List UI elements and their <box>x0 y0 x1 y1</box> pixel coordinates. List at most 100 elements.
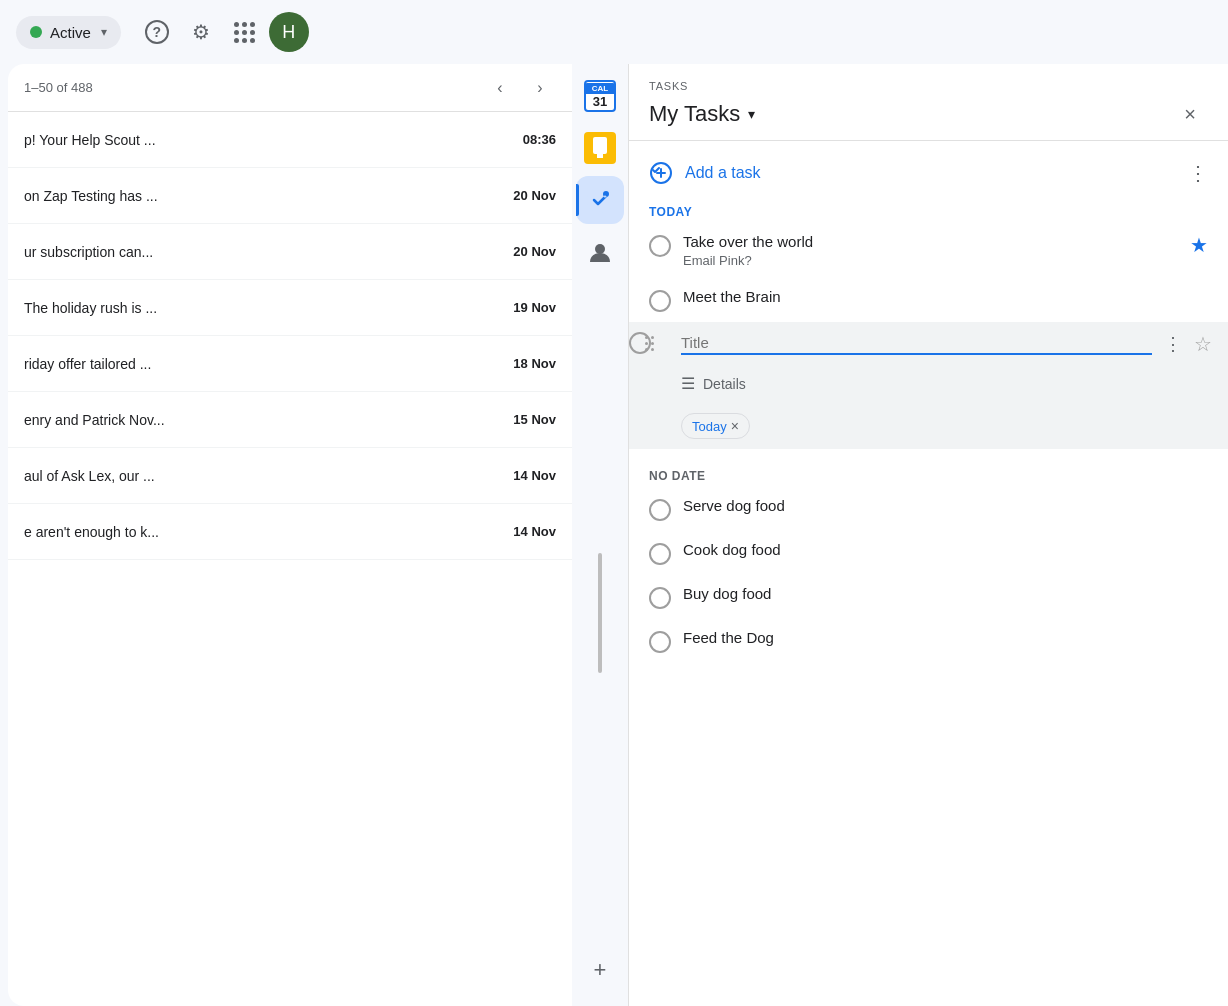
task-content-nd4: Feed the Dog <box>683 629 1208 647</box>
task-content-nd1: Serve dog food <box>683 497 1208 515</box>
task-checkbox-2[interactable] <box>649 290 671 312</box>
next-page-button[interactable]: › <box>524 72 556 104</box>
keep-icon <box>584 132 616 164</box>
active-status-pill[interactable]: Active ▾ <box>16 16 121 49</box>
active-status-dot <box>30 26 42 38</box>
task-content-nd3: Buy dog food <box>683 585 1208 603</box>
email-panel: 1–50 of 488 ‹ › p! Your Help Scout ... 0… <box>8 64 572 1006</box>
close-tasks-button[interactable]: × <box>1172 96 1208 132</box>
list-item[interactable]: on Zap Testing has ... 20 Nov <box>8 168 572 224</box>
tasks-app-button[interactable]: + <box>576 176 624 224</box>
calendar-icon: CAL 31 <box>584 80 616 112</box>
task-item-serve-dog: Serve dog food <box>629 487 1228 531</box>
task-checkbox-nd4[interactable] <box>649 631 671 653</box>
help-icon: ? <box>145 20 169 44</box>
task-date-chip[interactable]: Today × <box>681 413 750 439</box>
remove-date-button[interactable]: × <box>731 418 739 434</box>
task-checkbox-nd1[interactable] <box>649 499 671 521</box>
list-item[interactable]: p! Your Help Scout ... 08:36 <box>8 112 572 168</box>
email-list: p! Your Help Scout ... 08:36 on Zap Test… <box>8 112 572 1006</box>
user-avatar[interactable]: H <box>269 12 309 52</box>
main-area: 1–50 of 488 ‹ › p! Your Help Scout ... 0… <box>0 64 1228 1006</box>
grid-icon <box>234 22 255 43</box>
tasks-panel-label: TASKS <box>649 80 1208 92</box>
task-item-take-over: Take over the world Email Pink? ★ <box>629 223 1228 278</box>
task-title-2: Meet the Brain <box>683 288 781 305</box>
list-item[interactable]: ur subscription can... 20 Nov <box>8 224 572 280</box>
task-item-meet-brain: Meet the Brain <box>629 278 1228 322</box>
help-button[interactable]: ? <box>137 12 177 52</box>
active-bar <box>576 184 579 216</box>
add-task-icon <box>649 161 673 185</box>
svg-point-5 <box>595 244 605 254</box>
close-icon: × <box>1184 103 1196 126</box>
task-checkbox-1[interactable] <box>649 235 671 257</box>
email-toolbar: 1–50 of 488 ‹ › <box>8 64 572 112</box>
top-bar-icons: ? ⚙ H <box>137 12 309 52</box>
list-item[interactable]: enry and Patrick Nov... 15 Nov <box>8 392 572 448</box>
svg-text:+: + <box>603 193 607 199</box>
list-item[interactable]: e aren't enough to k... 14 Nov <box>8 504 572 560</box>
active-chevron-icon: ▾ <box>101 25 107 39</box>
pagination-label: 1–50 of 488 <box>24 80 93 95</box>
tasks-header: TASKS My Tasks ▾ × <box>629 64 1228 141</box>
details-lines-icon: ☰ <box>681 374 695 393</box>
keep-icon-svg <box>591 137 609 159</box>
task-title-input[interactable] <box>681 334 1152 355</box>
list-item[interactable]: riday offer tailored ... 18 Nov <box>8 336 572 392</box>
plus-icon: + <box>594 957 607 983</box>
task-item-cook-dog: Cook dog food <box>629 531 1228 575</box>
gear-icon: ⚙ <box>192 20 210 44</box>
task-subtitle-1: Email Pink? <box>683 253 1178 268</box>
task-title-nd3: Buy dog food <box>683 585 771 602</box>
svg-rect-0 <box>593 137 607 154</box>
prev-page-button[interactable]: ‹ <box>484 72 516 104</box>
side-icons-bar: CAL 31 + <box>572 64 628 1006</box>
my-tasks-dropdown[interactable]: My Tasks ▾ <box>649 101 755 127</box>
star-button-1[interactable]: ★ <box>1190 233 1208 257</box>
add-task-more-button[interactable]: ⋮ <box>1188 161 1208 185</box>
task-item-buy-dog: Buy dog food <box>629 575 1228 619</box>
today-section-label: TODAY <box>629 197 1228 223</box>
tasks-title-row: My Tasks ▾ × <box>649 96 1208 132</box>
settings-button[interactable]: ⚙ <box>181 12 221 52</box>
add-task-row[interactable]: Add a task ⋮ <box>629 149 1228 197</box>
list-item[interactable]: aul of Ask Lex, our ... 14 Nov <box>8 448 572 504</box>
nodate-section-label: NO DATE <box>629 461 1228 487</box>
add-task-label: Add a task <box>685 164 761 182</box>
star-button-3[interactable]: ☆ <box>1194 332 1212 356</box>
task-content-nd2: Cook dog food <box>683 541 1208 559</box>
details-label: Details <box>703 376 746 392</box>
scrollbar-indicator <box>598 553 602 673</box>
task-checkbox-nd2[interactable] <box>649 543 671 565</box>
svg-point-2 <box>587 187 613 213</box>
keep-app-button[interactable] <box>576 124 624 172</box>
task-checkbox-3[interactable] <box>629 332 651 354</box>
contacts-app-button[interactable] <box>576 228 624 276</box>
task-item-feed-dog: Feed the Dog <box>629 619 1228 663</box>
task-title-1: Take over the world <box>683 233 813 250</box>
add-app-button[interactable]: + <box>580 950 620 990</box>
my-tasks-label: My Tasks <box>649 101 740 127</box>
scrollbar-area <box>598 280 602 946</box>
tasks-panel: TASKS My Tasks ▾ × <box>628 64 1228 1006</box>
tasks-icon: + <box>586 186 614 214</box>
top-bar: Active ▾ ? ⚙ H <box>0 0 1228 64</box>
tasks-chevron-icon: ▾ <box>748 106 755 122</box>
date-chip-label: Today <box>692 419 727 434</box>
tasks-body: Add a task ⋮ TODAY Take over the world E… <box>629 141 1228 1006</box>
task-title-nd2: Cook dog food <box>683 541 781 558</box>
list-item[interactable]: The holiday rush is ... 19 Nov <box>8 280 572 336</box>
task-checkbox-nd3[interactable] <box>649 587 671 609</box>
task-content-2: Meet the Brain <box>683 288 1208 306</box>
active-label: Active <box>50 24 91 41</box>
svg-rect-1 <box>597 154 603 158</box>
contacts-icon <box>586 238 614 266</box>
task-more-button[interactable]: ⋮ <box>1164 333 1182 355</box>
active-task-row: ⋮ ☆ <box>681 332 1212 356</box>
apps-button[interactable] <box>225 12 265 52</box>
task-item-active: ⋮ ☆ ☰ Details Today × <box>629 322 1228 449</box>
task-title-nd1: Serve dog food <box>683 497 785 514</box>
task-detail-row: ☰ Details <box>681 374 746 393</box>
calendar-app-button[interactable]: CAL 31 <box>576 72 624 120</box>
